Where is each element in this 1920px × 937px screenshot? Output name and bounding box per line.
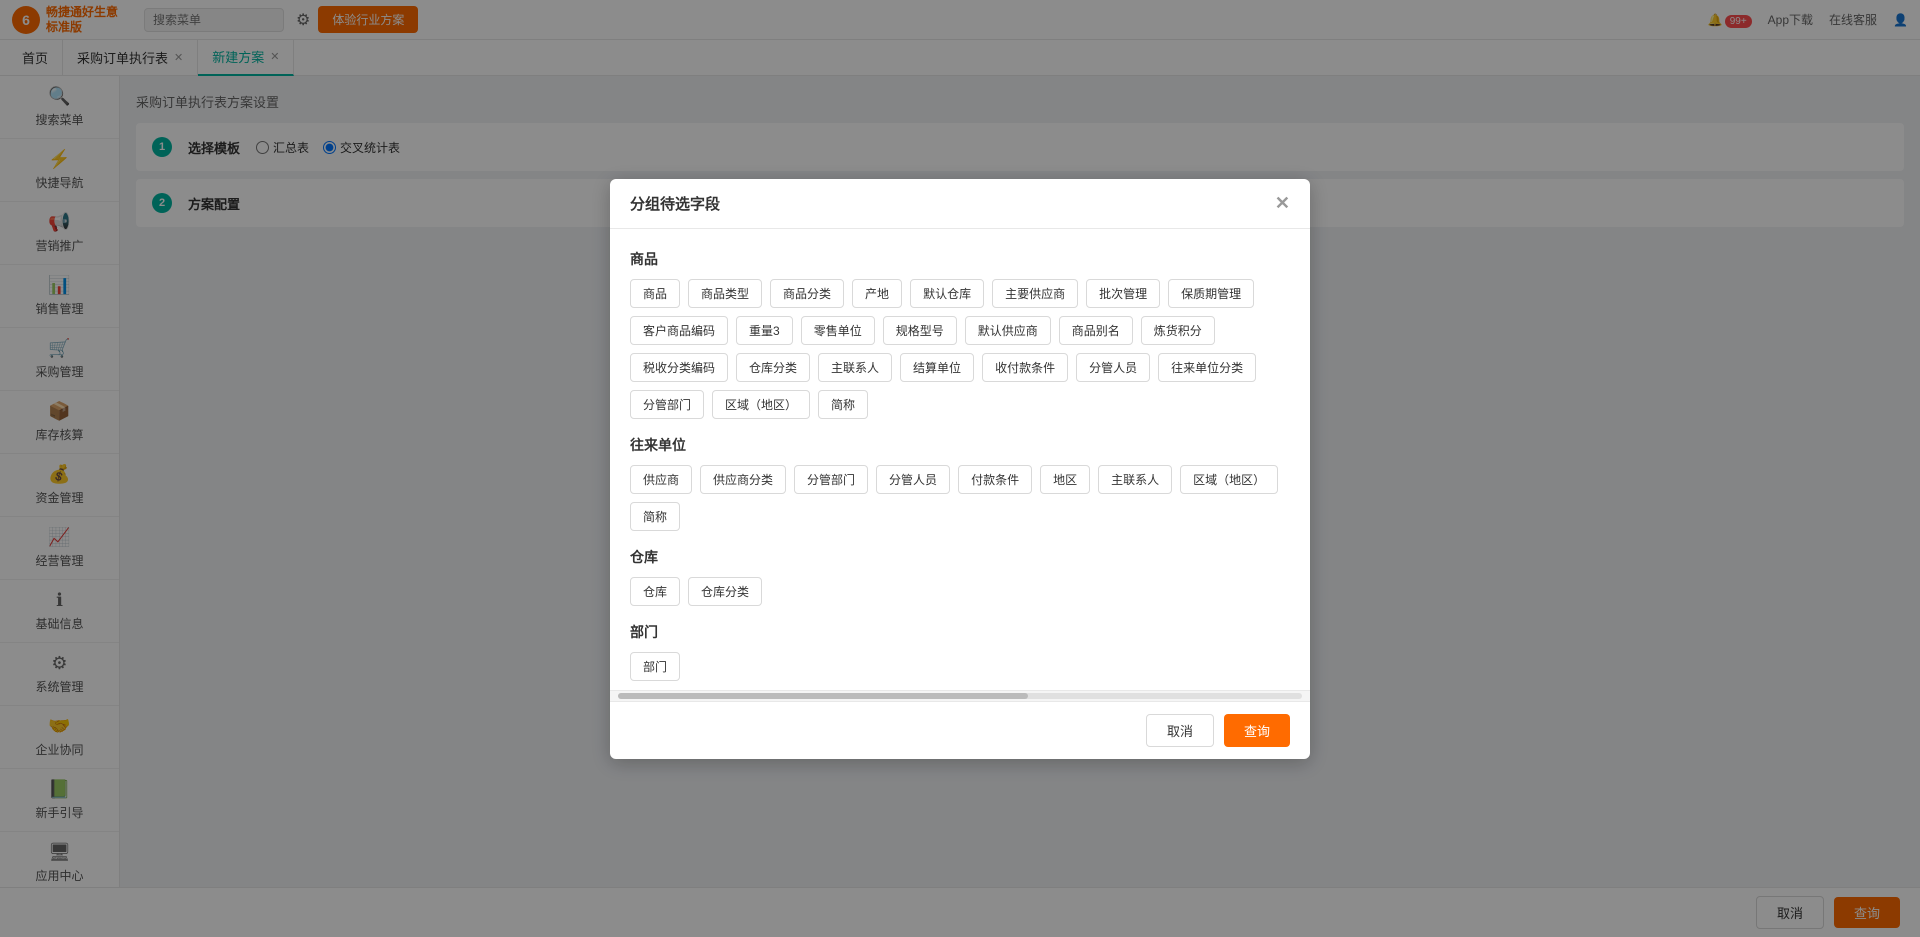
field-tag-partner-3[interactable]: 分管人员 [876, 465, 950, 494]
field-tag-product-20[interactable]: 分管人员 [1076, 353, 1150, 382]
partner-field-tags: 供应商 供应商分类 分管部门 分管人员 付款条件 地区 主联系人 区域（地区） … [630, 465, 1290, 531]
field-tag-product-11[interactable]: 规格型号 [883, 316, 957, 345]
field-tag-product-15[interactable]: 税收分类编码 [630, 353, 728, 382]
confirm-button[interactable]: 查询 [1224, 714, 1290, 747]
field-tag-product-7[interactable]: 保质期管理 [1168, 279, 1254, 308]
field-tag-product-17[interactable]: 主联系人 [818, 353, 892, 382]
warehouse-field-tags: 仓库 仓库分类 [630, 577, 1290, 606]
field-tag-product-19[interactable]: 收付款条件 [982, 353, 1068, 382]
field-tag-partner-6[interactable]: 主联系人 [1098, 465, 1172, 494]
dept-field-tags: 部门 [630, 652, 1290, 681]
field-tag-product-18[interactable]: 结算单位 [900, 353, 974, 382]
section-title-warehouse: 仓库 [630, 547, 1290, 567]
field-tag-product-1[interactable]: 商品类型 [688, 279, 762, 308]
modal-body: 商品 商品 商品类型 商品分类 产地 默认仓库 主要供应商 批次管理 保质期管理… [610, 229, 1310, 690]
field-tag-partner-2[interactable]: 分管部门 [794, 465, 868, 494]
field-tag-partner-0[interactable]: 供应商 [630, 465, 692, 494]
modal-footer: 取消 查询 [610, 701, 1310, 759]
field-tag-product-3[interactable]: 产地 [852, 279, 902, 308]
field-tag-product-24[interactable]: 简称 [818, 390, 868, 419]
field-tag-product-4[interactable]: 默认仓库 [910, 279, 984, 308]
field-tag-product-6[interactable]: 批次管理 [1086, 279, 1160, 308]
section-title-product: 商品 [630, 249, 1290, 269]
field-tag-product-22[interactable]: 分管部门 [630, 390, 704, 419]
modal-close-btn[interactable]: ✕ [1275, 194, 1290, 212]
product-field-tags: 商品 商品类型 商品分类 产地 默认仓库 主要供应商 批次管理 保质期管理 客户… [630, 279, 1290, 419]
field-tag-product-2[interactable]: 商品分类 [770, 279, 844, 308]
field-tag-product-21[interactable]: 往来单位分类 [1158, 353, 1256, 382]
section-title-dept: 部门 [630, 622, 1290, 642]
field-tag-partner-4[interactable]: 付款条件 [958, 465, 1032, 494]
field-tag-product-0[interactable]: 商品 [630, 279, 680, 308]
modal-header: 分组待选字段 ✕ [610, 179, 1310, 229]
modal-title: 分组待选字段 [630, 193, 720, 214]
field-tag-partner-5[interactable]: 地区 [1040, 465, 1090, 494]
field-tag-product-5[interactable]: 主要供应商 [992, 279, 1078, 308]
modal-dialog: 分组待选字段 ✕ 商品 商品 商品类型 商品分类 产地 默认仓库 主要供应商 批… [610, 179, 1310, 759]
field-tag-partner-1[interactable]: 供应商分类 [700, 465, 786, 494]
field-tag-partner-8[interactable]: 简称 [630, 502, 680, 531]
field-tag-product-12[interactable]: 默认供应商 [965, 316, 1051, 345]
field-tag-product-23[interactable]: 区域（地区） [712, 390, 810, 419]
field-tag-warehouse-1[interactable]: 仓库分类 [688, 577, 762, 606]
field-tag-product-10[interactable]: 零售单位 [801, 316, 875, 345]
field-tag-dept-0[interactable]: 部门 [630, 652, 680, 681]
field-tag-product-16[interactable]: 仓库分类 [736, 353, 810, 382]
field-tag-partner-7[interactable]: 区域（地区） [1180, 465, 1278, 494]
modal-overlay: 分组待选字段 ✕ 商品 商品 商品类型 商品分类 产地 默认仓库 主要供应商 批… [0, 0, 1920, 937]
horizontal-scrollbar[interactable] [610, 690, 1310, 701]
field-tag-product-9[interactable]: 重量3 [736, 316, 793, 345]
section-title-partner: 往来单位 [630, 435, 1290, 455]
cancel-button[interactable]: 取消 [1146, 714, 1214, 747]
field-tag-warehouse-0[interactable]: 仓库 [630, 577, 680, 606]
field-tag-product-8[interactable]: 客户商品编码 [630, 316, 728, 345]
field-tag-product-14[interactable]: 炼货积分 [1141, 316, 1215, 345]
field-tag-product-13[interactable]: 商品别名 [1059, 316, 1133, 345]
